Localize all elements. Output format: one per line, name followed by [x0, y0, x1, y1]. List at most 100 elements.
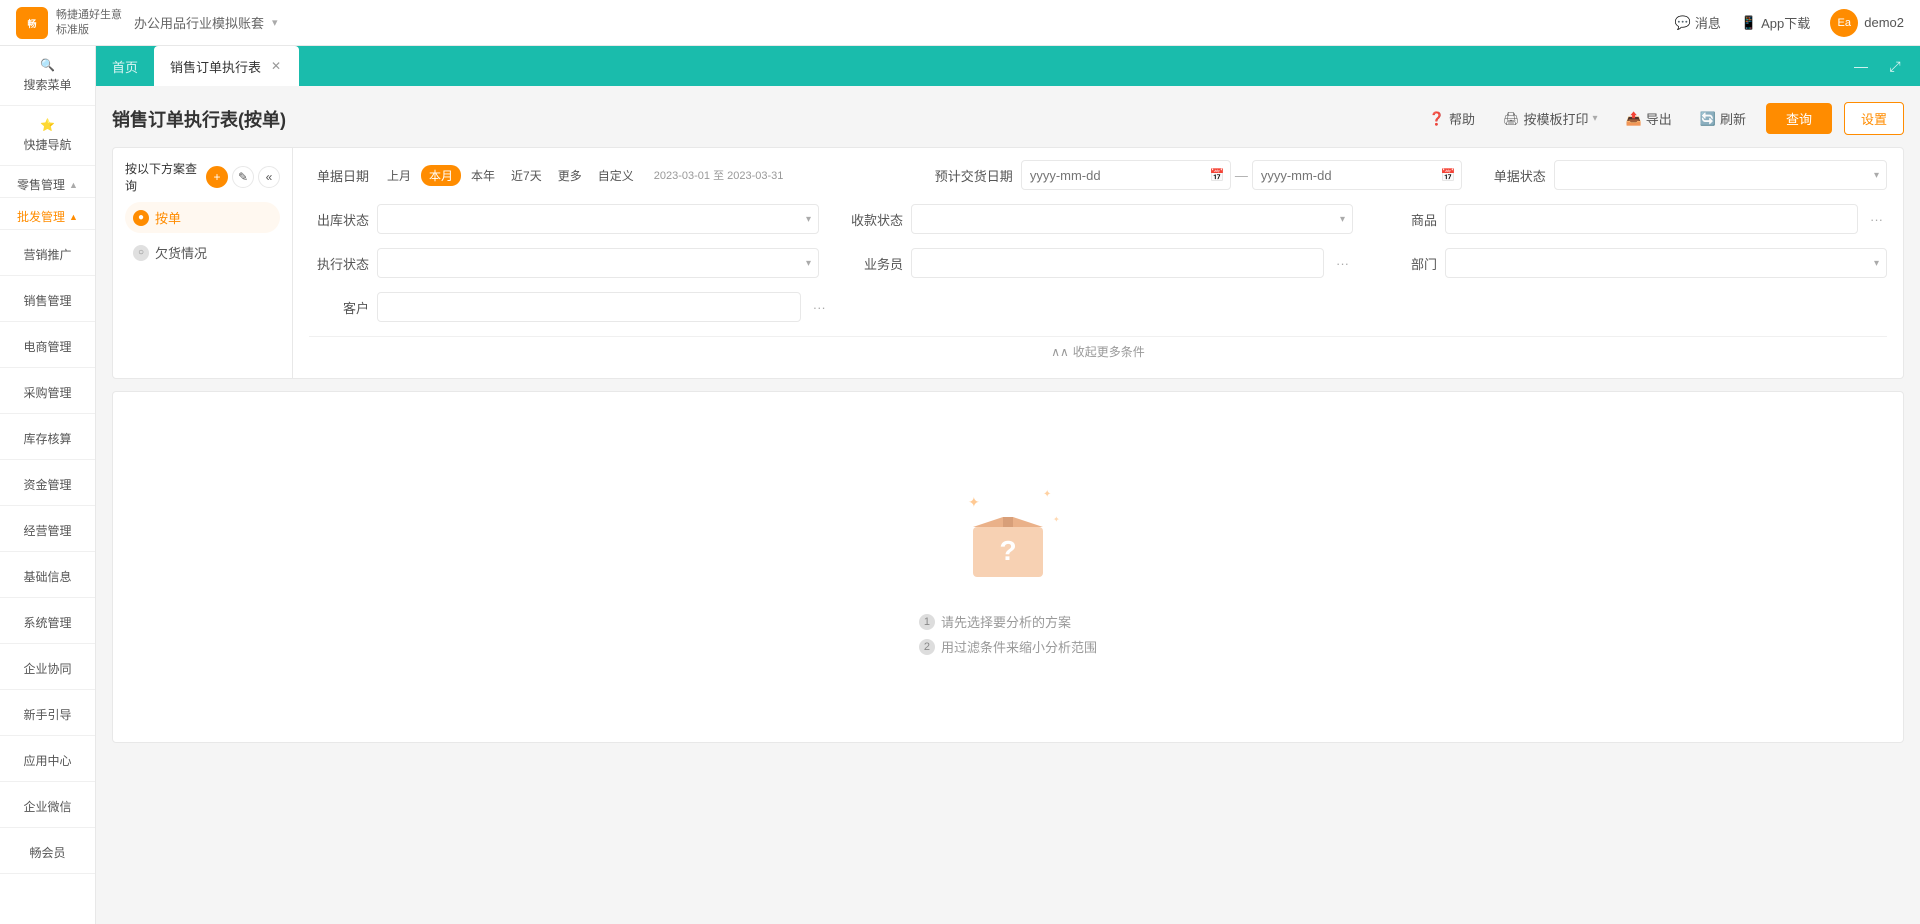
- sidebar-item-apps[interactable]: 应用中心: [0, 736, 95, 782]
- filter-field-out-status: 出库状态 ▾: [309, 204, 819, 234]
- sidebar-item-member[interactable]: 畅会员: [0, 828, 95, 874]
- header-right: 💬 消息 📱 App下载 Ea demo2: [1675, 9, 1904, 37]
- message-label: 消息: [1695, 13, 1721, 32]
- doc-status-select[interactable]: [1554, 160, 1887, 190]
- filter-field-predicted-date: 预计交货日期 📅 — 📅: [935, 160, 1462, 190]
- print-button[interactable]: 🖨 按模板打印 ▾: [1495, 105, 1606, 132]
- hint-num-2: 2: [919, 639, 935, 655]
- tab-sales-exec[interactable]: 销售订单执行表 ✕: [154, 46, 299, 86]
- filter-field-dept: 部门 ▾: [1377, 248, 1887, 278]
- logo-text: 畅捷通好生意 标准版: [56, 8, 122, 37]
- help-icon: ❓: [1429, 111, 1445, 127]
- sidebar-item-wholesale[interactable]: 批发管理 ▲: [0, 198, 95, 229]
- sidebar-item-marketing[interactable]: 营销推广: [0, 230, 95, 276]
- filter-collapse-button[interactable]: «: [258, 166, 280, 188]
- teal-tab-bar: 首页 销售订单执行表 ✕ — ⤢: [96, 46, 1920, 86]
- filter-field-customer: 客户 ···: [309, 292, 830, 322]
- tab-bar-actions: — ⤢: [1836, 53, 1920, 79]
- minimize-button[interactable]: —: [1848, 53, 1874, 79]
- sidebar-item-newbie[interactable]: 新手引导: [0, 690, 95, 736]
- predicted-date-start-wrapper: 📅: [1021, 160, 1231, 190]
- sidebar-item-ecommerce[interactable]: 电商管理: [0, 322, 95, 368]
- logo-line2: 标准版: [56, 23, 122, 37]
- customer-input[interactable]: [377, 292, 801, 322]
- help-button[interactable]: ❓ 帮助: [1421, 105, 1483, 132]
- refresh-label: 刷新: [1720, 109, 1746, 128]
- sidebar-item-operations[interactable]: 经营管理: [0, 506, 95, 552]
- customer-more-icon[interactable]: ···: [809, 300, 830, 315]
- settings-button[interactable]: 设置: [1844, 102, 1904, 135]
- filter-section-title: 按以下方案查询 + ✎ «: [125, 160, 280, 194]
- maximize-button[interactable]: ⤢: [1882, 53, 1908, 79]
- sidebar-group-wholesale: 批发管理 ▲: [0, 198, 95, 230]
- breadcrumb-arrow-icon: ▾: [272, 16, 278, 29]
- doc-status-wrapper: ▾: [1554, 160, 1887, 190]
- date-this-year-btn[interactable]: 本年: [465, 165, 501, 186]
- predicted-date-end-input[interactable]: [1252, 160, 1462, 190]
- avatar-text: Ea: [1838, 17, 1851, 29]
- refresh-button[interactable]: 🔄 刷新: [1692, 105, 1754, 132]
- date-last7days-btn[interactable]: 近7天: [505, 165, 548, 186]
- sidebar-item-finance[interactable]: 资金管理: [0, 460, 95, 506]
- sidebar-item-wechat[interactable]: 企业微信: [0, 782, 95, 828]
- date-more-btn[interactable]: 更多: [552, 165, 588, 186]
- collect-status-select[interactable]: [911, 204, 1353, 234]
- sidebar-item-sales[interactable]: 销售管理: [0, 276, 95, 322]
- hint-num-1: 1: [919, 614, 935, 630]
- search-icon: 🔍: [40, 58, 55, 72]
- hint-text-1: 请先选择要分析的方案: [941, 612, 1071, 631]
- salesperson-more-icon[interactable]: ···: [1332, 256, 1353, 271]
- empty-state-image: ? ✦ ✦ ✦: [948, 472, 1068, 592]
- filter-edit-button[interactable]: ✎: [232, 166, 254, 188]
- out-status-select[interactable]: [377, 204, 819, 234]
- dept-select[interactable]: [1445, 248, 1887, 278]
- goods-more-icon[interactable]: ···: [1866, 212, 1887, 227]
- tab-home[interactable]: 首页: [96, 46, 154, 86]
- date-this-month-btn[interactable]: 本月: [421, 165, 461, 186]
- sidebar-item-system[interactable]: 系统管理: [0, 598, 95, 644]
- goods-input[interactable]: [1445, 204, 1858, 234]
- sidebar-item-purchase[interactable]: 采购管理: [0, 368, 95, 414]
- filter-panel: 按以下方案查询 + ✎ « ● 按单 ○ 欠货情况: [112, 147, 1904, 379]
- salesperson-input[interactable]: [911, 248, 1324, 278]
- message-button[interactable]: 💬 消息: [1675, 13, 1721, 32]
- salesperson-label: 业务员: [843, 254, 903, 273]
- filter-nav-by-debt[interactable]: ○ 欠货情况: [125, 237, 280, 268]
- date-last-month-btn[interactable]: 上月: [381, 165, 417, 186]
- export-button[interactable]: 📤 导出: [1618, 105, 1680, 132]
- user-menu[interactable]: Ea demo2: [1830, 9, 1904, 37]
- query-button[interactable]: 查询: [1766, 103, 1832, 134]
- sidebar-item-search[interactable]: 🔍 搜索菜单: [0, 46, 95, 106]
- sidebar-item-quick-nav[interactable]: ⭐ 快捷导航: [0, 106, 95, 166]
- wholesale-label: 批发管理: [17, 208, 65, 225]
- tab-close-icon[interactable]: ✕: [269, 57, 283, 75]
- retail-label: 零售管理: [17, 176, 65, 193]
- filter-nav-debt-label: 欠货情况: [155, 243, 207, 262]
- export-icon: 📤: [1626, 111, 1642, 127]
- sidebar-item-inventory[interactable]: 库存核算: [0, 414, 95, 460]
- doc-status-label: 单据状态: [1486, 166, 1546, 185]
- filter-add-button[interactable]: +: [206, 166, 228, 188]
- svg-text:✦: ✦: [1053, 515, 1060, 524]
- user-name: demo2: [1864, 15, 1904, 30]
- sidebar-item-retail[interactable]: 零售管理 ▲: [0, 166, 95, 197]
- date-field-label: 单据日期: [309, 166, 369, 185]
- predicted-date-start-input[interactable]: [1021, 160, 1231, 190]
- collapse-bar[interactable]: ∧∧ 收起更多条件: [309, 336, 1887, 366]
- sidebar-item-basic[interactable]: 基础信息: [0, 552, 95, 598]
- star-icon: ⭐: [40, 118, 55, 132]
- app-download-label: App下载: [1761, 13, 1810, 32]
- sidebar-item-enterprise[interactable]: 企业协同: [0, 644, 95, 690]
- exec-status-select[interactable]: [377, 248, 819, 278]
- print-chevron-icon: ▾: [1593, 113, 1598, 124]
- content-area: 首页 销售订单执行表 ✕ — ⤢ 销售订单执行表(按单) ❓ 帮助: [96, 46, 1920, 924]
- filter-nav-by-order[interactable]: ● 按单: [125, 202, 280, 233]
- filter-field-salesperson: 业务员 ···: [843, 248, 1353, 278]
- date-custom-btn[interactable]: 自定义: [592, 165, 640, 186]
- exec-status-label: 执行状态: [309, 254, 369, 273]
- breadcrumb[interactable]: 办公用品行业模拟账套 ▾: [134, 13, 278, 32]
- goods-label: 商品: [1377, 210, 1437, 229]
- header-left: 畅 畅捷通好生意 标准版 办公用品行业模拟账套 ▾: [16, 7, 278, 39]
- logo-area: 畅 畅捷通好生意 标准版: [16, 7, 122, 39]
- app-download-button[interactable]: 📱 App下载: [1741, 13, 1810, 32]
